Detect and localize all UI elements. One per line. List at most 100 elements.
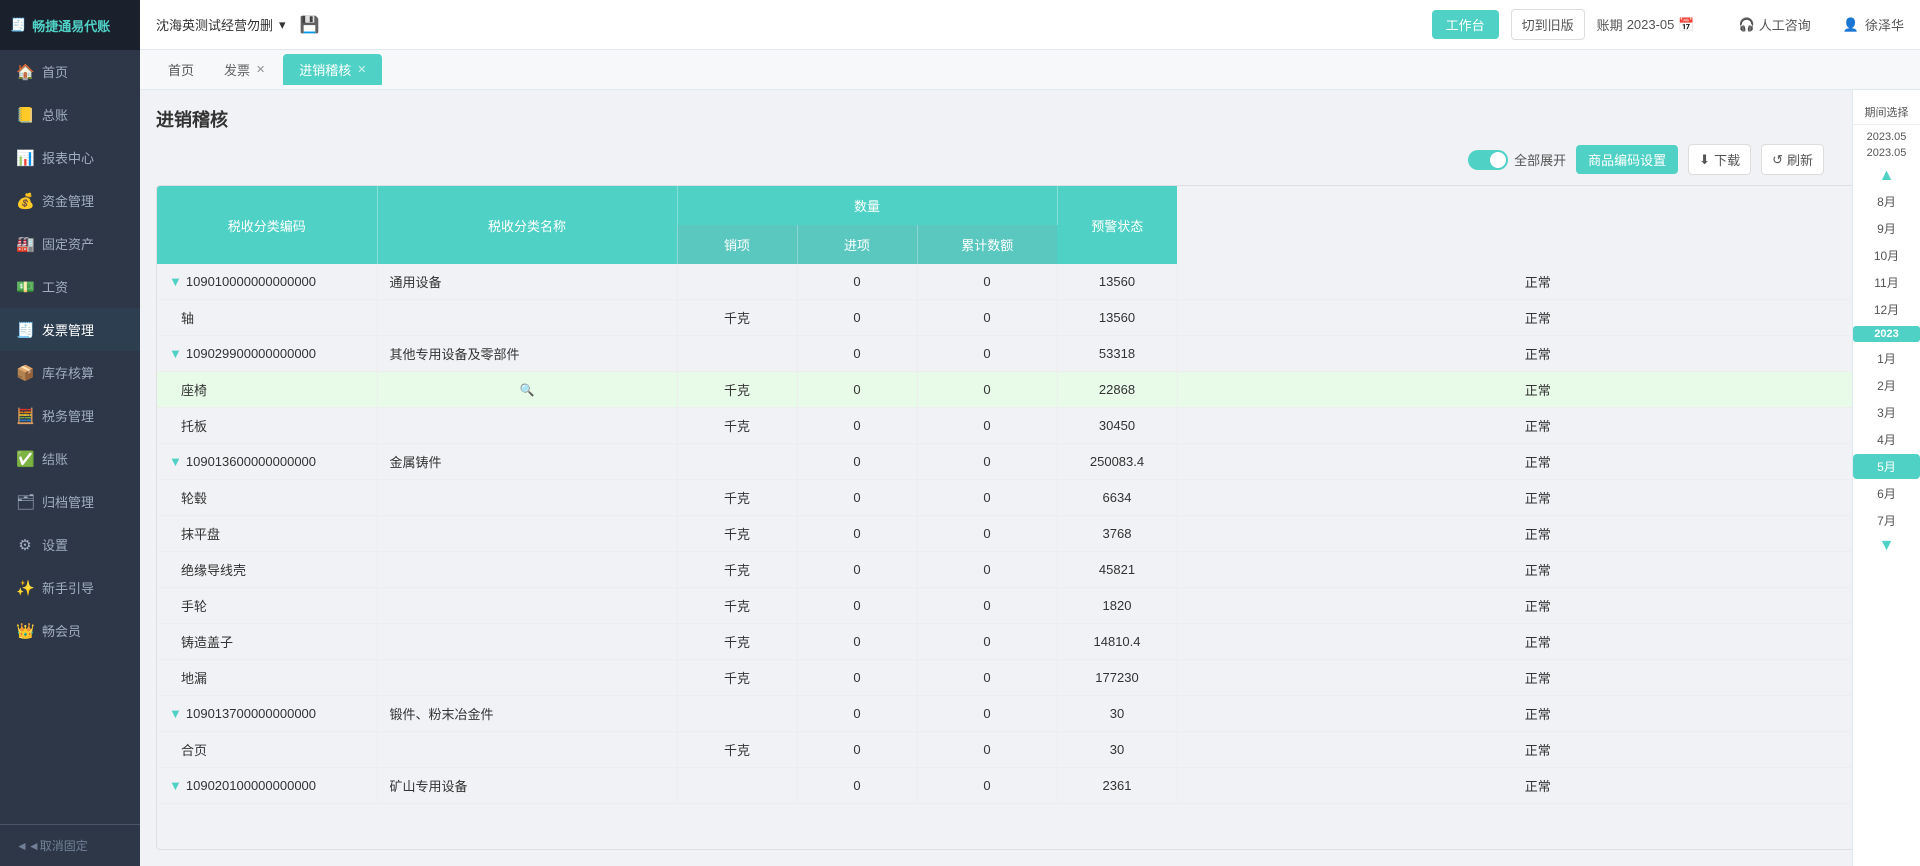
sidebar-unpin-button[interactable]: ◄◄取消固定 bbox=[0, 824, 140, 866]
sidebar-item-home[interactable]: 🏠 首页 bbox=[0, 50, 140, 93]
sidebar-item-invoice[interactable]: 🧾 发票管理 bbox=[0, 308, 140, 351]
user-menu[interactable]: 👤 徐泽华 bbox=[1843, 15, 1904, 34]
cell-sale: 0 bbox=[797, 660, 917, 696]
period-nav-up[interactable]: ▲ bbox=[1877, 185, 1897, 187]
calendar-icon[interactable]: 📅 bbox=[1678, 17, 1694, 33]
cell-purchase: 0 bbox=[917, 624, 1057, 660]
cell-status: 正常 bbox=[1177, 264, 1899, 300]
period-3month[interactable]: 3月 bbox=[1853, 400, 1904, 425]
topbar: 沈海英测试经营勿删 ▾ 💾 工作台 切到旧版 账期 2023-05 📅 🎧 人工… bbox=[140, 0, 1920, 50]
period-10month[interactable]: 10月 bbox=[1853, 243, 1904, 268]
support-icon: 🎧 bbox=[1739, 17, 1755, 33]
period-5month[interactable]: 5月 bbox=[1853, 454, 1904, 479]
th-quantity: 数量 bbox=[677, 186, 1057, 225]
product-code-button[interactable]: 商品编码设置 bbox=[1576, 145, 1678, 174]
old-version-button[interactable]: 切到旧版 bbox=[1511, 9, 1585, 40]
cell-code: ▼109010000000000000 bbox=[157, 264, 377, 300]
expand-icon[interactable]: ▼ bbox=[169, 346, 182, 361]
table-row: 轴千克0013560正常 bbox=[157, 300, 1899, 336]
search-icon[interactable]: 🔍 bbox=[520, 383, 535, 397]
ledger-icon: 📒 bbox=[16, 106, 34, 124]
period-4month[interactable]: 4月 bbox=[1853, 427, 1904, 452]
tax-icon: 🧮 bbox=[16, 407, 34, 425]
tab-invoice-close-icon[interactable]: ✕ bbox=[256, 63, 265, 76]
expand-toggle-switch[interactable] bbox=[1468, 150, 1508, 170]
sidebar-item-label: 工资 bbox=[42, 277, 68, 296]
period-9month[interactable]: 9月 bbox=[1853, 216, 1904, 241]
cell-category bbox=[377, 408, 677, 444]
expand-toggle[interactable]: 全部展开 bbox=[1468, 150, 1566, 170]
cell-total: 22868 bbox=[1057, 372, 1177, 408]
cell-status: 正常 bbox=[1177, 444, 1899, 480]
period-8month[interactable]: 8月 bbox=[1853, 189, 1904, 214]
sidebar-item-assets[interactable]: 🏭 固定资产 bbox=[0, 222, 140, 265]
sidebar-item-archive[interactable]: 🗂 归档管理 bbox=[0, 480, 140, 523]
expand-icon[interactable]: ▼ bbox=[169, 778, 182, 793]
sidebar-item-label: 资金管理 bbox=[42, 191, 94, 210]
cell-unit bbox=[677, 768, 797, 804]
cell-status: 正常 bbox=[1177, 480, 1899, 516]
cell-unit: 千克 bbox=[677, 588, 797, 624]
sidebar-item-inventory[interactable]: 📦 库存核算 bbox=[0, 351, 140, 394]
tab-reconcile-label: 进销稽核 bbox=[299, 60, 351, 79]
sidebar-item-tax[interactable]: 🧮 税务管理 bbox=[0, 394, 140, 437]
cell-status: 正常 bbox=[1177, 696, 1899, 732]
expand-icon[interactable]: ▼ bbox=[169, 706, 182, 721]
period-nav-down[interactable]: ▼ bbox=[1877, 535, 1897, 557]
sidebar-item-label: 畅会员 bbox=[42, 621, 81, 640]
table-row: 托板千克0030450正常 bbox=[157, 408, 1899, 444]
cell-category bbox=[377, 732, 677, 768]
sidebar-item-guide[interactable]: ✨ 新手引导 bbox=[0, 566, 140, 609]
support-button[interactable]: 🎧 人工咨询 bbox=[1739, 15, 1811, 34]
cell-total: 13560 bbox=[1057, 300, 1177, 336]
save-button[interactable]: 💾 bbox=[298, 13, 322, 37]
table-row: ▼109013600000000000金属铸件00250083.4正常 bbox=[157, 444, 1899, 480]
period-6month[interactable]: 6月 bbox=[1853, 481, 1904, 506]
sidebar-item-ledger[interactable]: 📒 总账 bbox=[0, 93, 140, 136]
period-2month[interactable]: 2月 bbox=[1853, 373, 1904, 398]
cell-sale: 0 bbox=[797, 480, 917, 516]
cell-code: ▼109020100000000000 bbox=[157, 768, 377, 804]
cell-category bbox=[377, 588, 677, 624]
cell-category-name: 锻件、粉末冶金件 bbox=[377, 696, 677, 732]
sidebar-item-salary[interactable]: 💵 工资 bbox=[0, 265, 140, 308]
sidebar-item-settings[interactable]: ⚙ 设置 bbox=[0, 523, 140, 566]
cell-item-name: 抹平盘 bbox=[157, 516, 377, 552]
sidebar: 🧾 畅捷通易代账 🏠 首页 📒 总账 📊 报表中心 💰 资金管理 🏭 固定资产 … bbox=[0, 0, 140, 866]
tab-invoice[interactable]: 发票 ✕ bbox=[208, 54, 281, 85]
cell-status: 正常 bbox=[1177, 552, 1899, 588]
cell-category bbox=[377, 624, 677, 660]
refresh-label: 刷新 bbox=[1787, 150, 1813, 169]
page-toolbar: 全部展开 商品编码设置 ⬇ 下载 ↺ 刷新 bbox=[156, 144, 1904, 175]
tab-home[interactable]: 首页 bbox=[156, 54, 206, 85]
expand-icon[interactable]: ▼ bbox=[169, 454, 182, 469]
workbench-button[interactable]: 工作台 bbox=[1432, 10, 1499, 39]
table-row: 轮毂千克006634正常 bbox=[157, 480, 1899, 516]
download-button[interactable]: ⬇ 下载 bbox=[1688, 144, 1751, 175]
cell-purchase: 0 bbox=[917, 516, 1057, 552]
company-selector[interactable]: 沈海英测试经营勿删 ▾ bbox=[156, 15, 286, 34]
cell-unit bbox=[677, 696, 797, 732]
cell-category bbox=[377, 660, 677, 696]
unpin-label: ◄◄取消固定 bbox=[16, 837, 88, 854]
period-1month[interactable]: 1月 bbox=[1853, 346, 1904, 371]
refresh-button[interactable]: ↺ 刷新 bbox=[1761, 144, 1824, 175]
period-12month[interactable]: 12月 bbox=[1853, 297, 1904, 322]
cell-total: 30 bbox=[1057, 696, 1177, 732]
sidebar-item-member[interactable]: 👑 畅会员 bbox=[0, 609, 140, 652]
cell-total: 45821 bbox=[1057, 552, 1177, 588]
sidebar-item-label: 总账 bbox=[42, 105, 68, 124]
download-icon: ⬇ bbox=[1699, 152, 1710, 168]
period-11month[interactable]: 11月 bbox=[1853, 270, 1904, 295]
tab-reconcile[interactable]: 进销稽核 ✕ bbox=[283, 54, 382, 85]
period-year-2023[interactable]: 2023 bbox=[1853, 326, 1904, 342]
tab-reconcile-close-icon[interactable]: ✕ bbox=[357, 63, 366, 76]
table-row: 合页千克0030正常 bbox=[157, 732, 1899, 768]
sidebar-item-settle[interactable]: ✅ 结账 bbox=[0, 437, 140, 480]
expand-icon[interactable]: ▼ bbox=[169, 274, 182, 289]
sidebar-item-reports[interactable]: 📊 报表中心 bbox=[0, 136, 140, 179]
period-7month[interactable]: 7月 bbox=[1853, 508, 1904, 533]
invoice-icon: 🧾 bbox=[16, 321, 34, 339]
cell-unit bbox=[677, 264, 797, 300]
sidebar-item-funds[interactable]: 💰 资金管理 bbox=[0, 179, 140, 222]
